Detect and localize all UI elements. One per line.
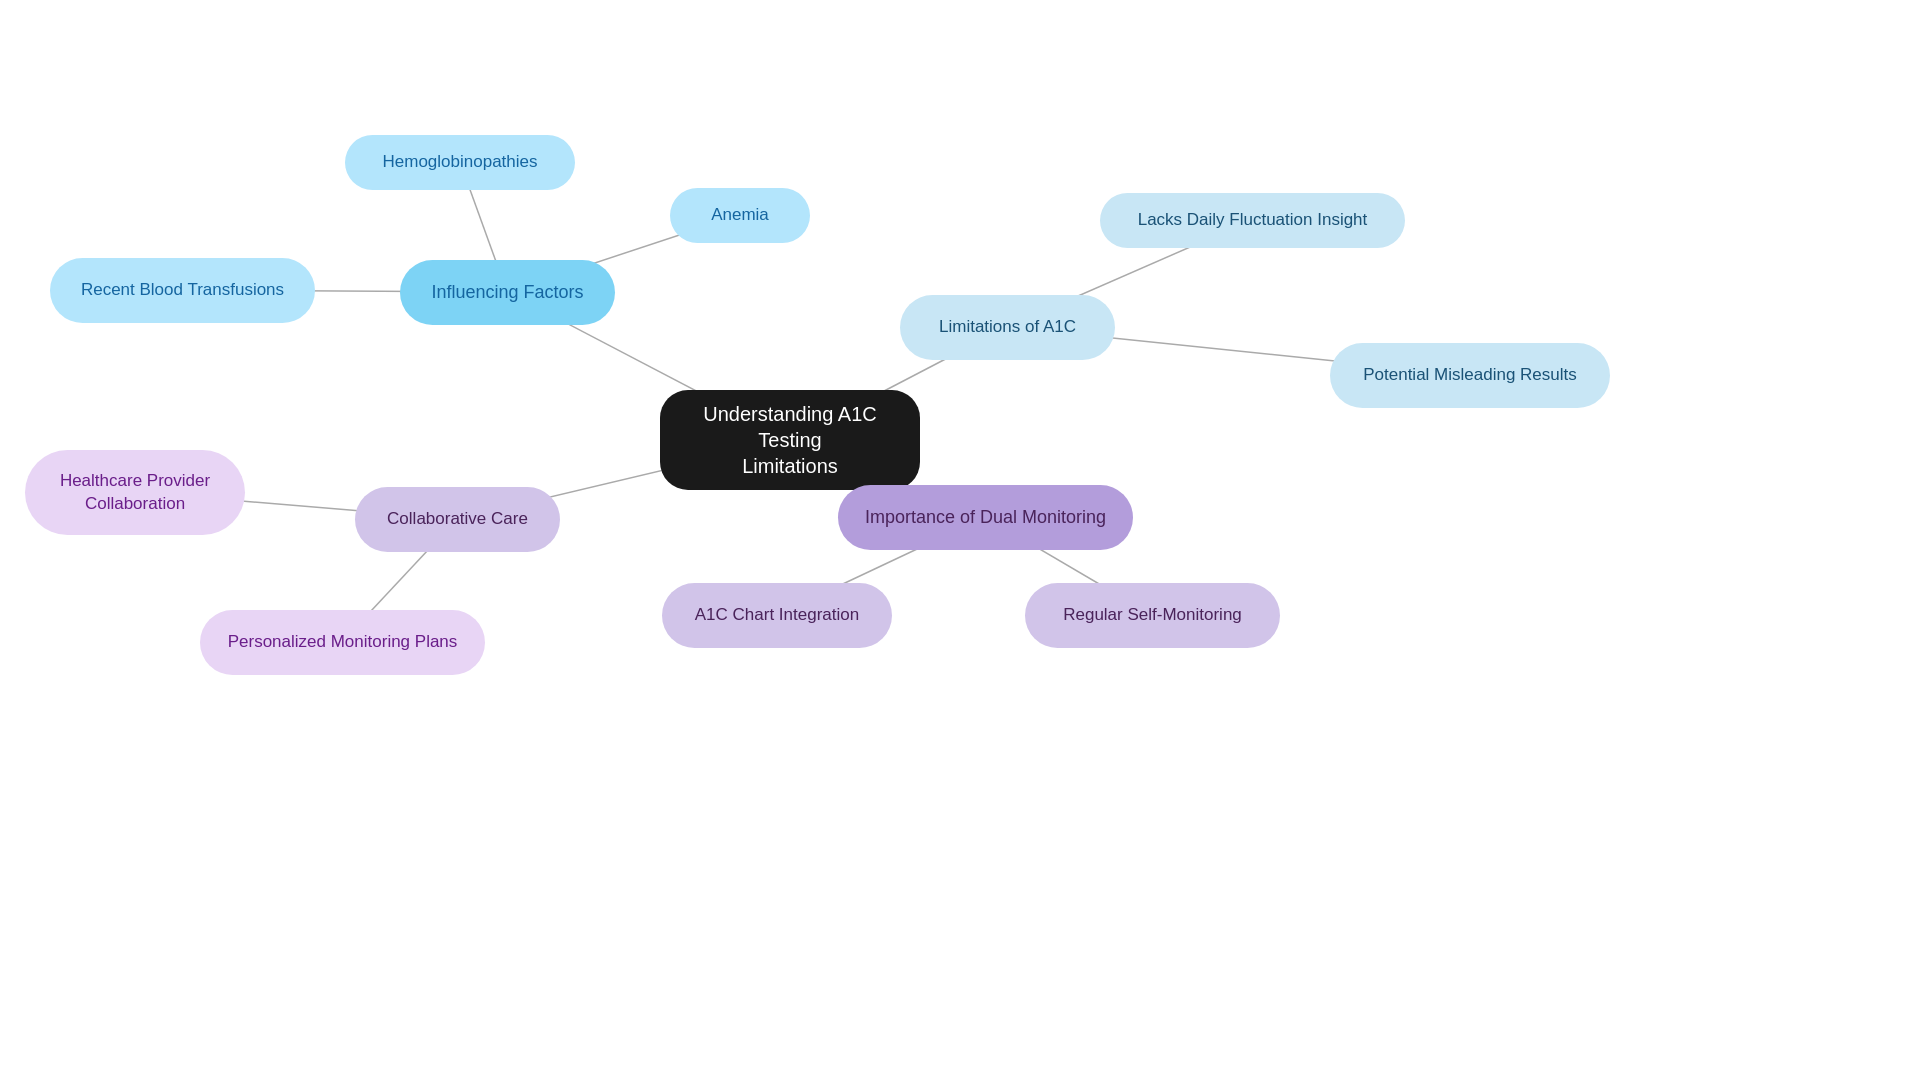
a1c-chart-node: A1C Chart Integration bbox=[662, 583, 892, 648]
regular-self-label: Regular Self-Monitoring bbox=[1063, 604, 1242, 626]
collaborative-care-label: Collaborative Care bbox=[387, 508, 528, 530]
anemia-node: Anemia bbox=[670, 188, 810, 243]
limitations-a1c-node: Limitations of A1C bbox=[900, 295, 1115, 360]
lacks-daily-label: Lacks Daily Fluctuation Insight bbox=[1138, 209, 1368, 231]
center-label: Understanding A1C Testing Limitations bbox=[684, 401, 896, 479]
potential-misleading-label: Potential Misleading Results bbox=[1363, 364, 1577, 386]
personalized-label: Personalized Monitoring Plans bbox=[228, 631, 458, 653]
potential-misleading-node: Potential Misleading Results bbox=[1330, 343, 1610, 408]
healthcare-provider-node: Healthcare Provider Collaboration bbox=[25, 450, 245, 535]
personalized-node: Personalized Monitoring Plans bbox=[200, 610, 485, 675]
dual-monitoring-node: Importance of Dual Monitoring bbox=[838, 485, 1133, 550]
healthcare-provider-label: Healthcare Provider Collaboration bbox=[60, 470, 210, 514]
a1c-chart-label: A1C Chart Integration bbox=[695, 604, 859, 626]
hemoglobinopathies-node: Hemoglobinopathies bbox=[345, 135, 575, 190]
dual-monitoring-label: Importance of Dual Monitoring bbox=[865, 506, 1106, 529]
recent-blood-node: Recent Blood Transfusions bbox=[50, 258, 315, 323]
recent-blood-label: Recent Blood Transfusions bbox=[81, 279, 284, 301]
anemia-label: Anemia bbox=[711, 204, 769, 226]
center-node: Understanding A1C Testing Limitations bbox=[660, 390, 920, 490]
hemoglobinopathies-label: Hemoglobinopathies bbox=[383, 151, 538, 173]
limitations-a1c-label: Limitations of A1C bbox=[939, 316, 1076, 338]
regular-self-node: Regular Self-Monitoring bbox=[1025, 583, 1280, 648]
influencing-factors-node: Influencing Factors bbox=[400, 260, 615, 325]
influencing-factors-label: Influencing Factors bbox=[431, 281, 583, 304]
collaborative-care-node: Collaborative Care bbox=[355, 487, 560, 552]
lacks-daily-node: Lacks Daily Fluctuation Insight bbox=[1100, 193, 1405, 248]
